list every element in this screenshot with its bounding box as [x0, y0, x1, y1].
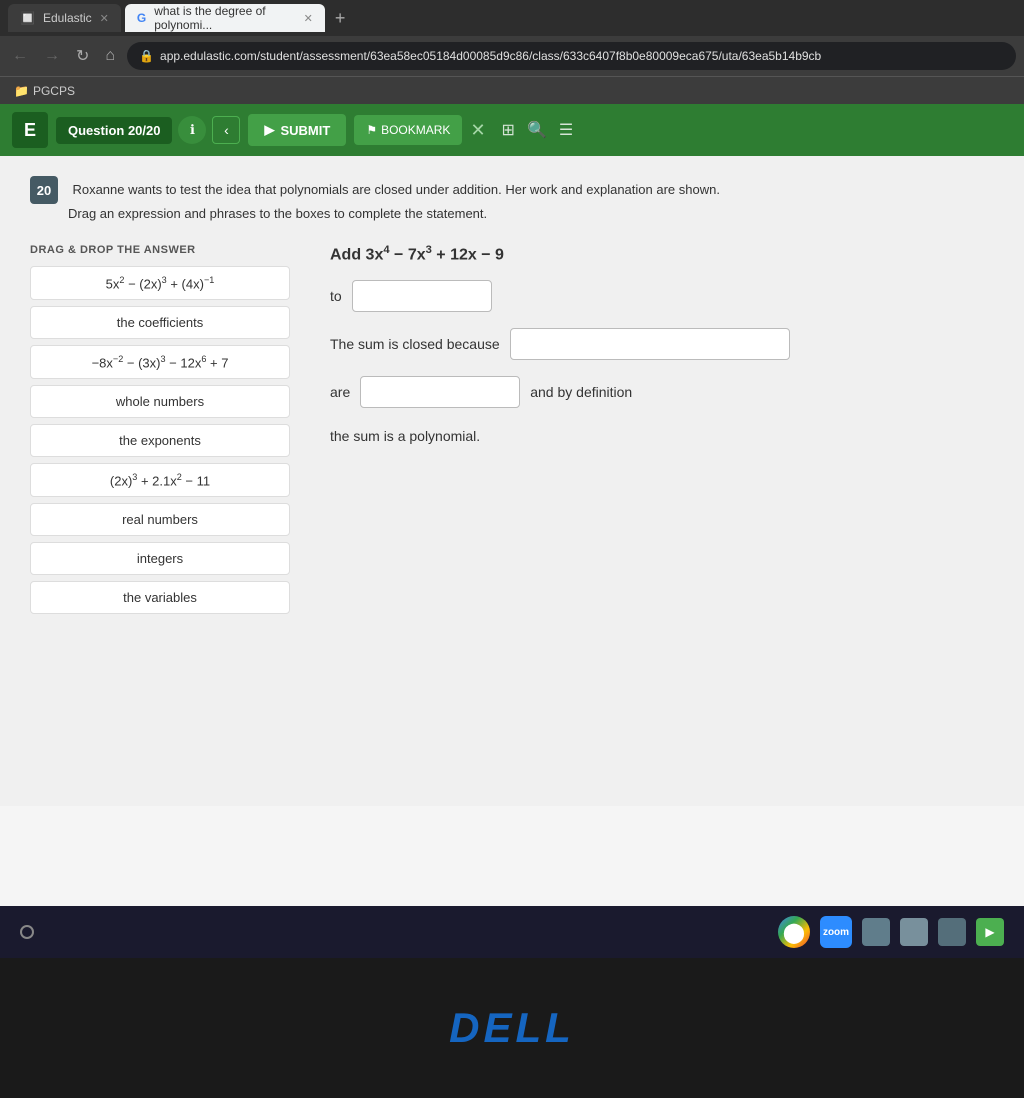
- tab-google[interactable]: G what is the degree of polynomi... ✕: [125, 4, 325, 32]
- tab-label-active: what is the degree of polynomi...: [154, 4, 295, 32]
- settings-taskbar-icon[interactable]: [900, 918, 928, 946]
- folder-taskbar-icon[interactable]: [938, 918, 966, 946]
- tab-favicon: 🔲: [20, 11, 35, 25]
- home-button[interactable]: ⌂: [101, 43, 119, 69]
- menu-icon-button[interactable]: ☰: [555, 116, 577, 144]
- drag-item-4[interactable]: the exponents: [30, 424, 290, 457]
- problem-panel: Add 3x4 − 7x3 + 12x − 9 to The sum is cl…: [330, 244, 994, 621]
- question-text: Roxanne wants to test the idea that poly…: [72, 182, 720, 197]
- forward-button[interactable]: →: [40, 43, 64, 69]
- to-row: to: [330, 280, 994, 312]
- files-taskbar-icon[interactable]: [862, 918, 890, 946]
- dell-logo: DELL: [449, 1004, 575, 1052]
- bookmarks-bar: 📁 PGCPS: [0, 76, 1024, 104]
- prev-question-button[interactable]: ‹: [212, 116, 240, 144]
- tab-bar: 🔲 Edulastic ✕ G what is the degree of po…: [0, 0, 1024, 36]
- tab-close-button[interactable]: ✕: [100, 12, 109, 25]
- lock-icon: 🔒: [139, 49, 154, 63]
- drag-item-5[interactable]: (2x)3 + 2.1x2 − 11: [30, 463, 290, 497]
- dell-area: DELL: [0, 958, 1024, 1098]
- drop-zone-to[interactable]: [352, 280, 492, 312]
- submit-arrow-icon: ▶: [264, 122, 274, 138]
- reload-button[interactable]: ↻: [72, 42, 93, 70]
- question-number-badge: 20: [30, 176, 58, 204]
- main-content: 20 Roxanne wants to test the idea that p…: [0, 156, 1024, 806]
- tab-edulastic[interactable]: 🔲 Edulastic ✕: [8, 4, 121, 32]
- bookmark-flag-icon: ⚑: [366, 123, 377, 137]
- taskbar-left: [20, 925, 34, 939]
- play-taskbar-icon[interactable]: ▶: [976, 918, 1004, 946]
- are-label: are: [330, 384, 350, 400]
- info-button[interactable]: ℹ: [178, 116, 206, 144]
- question-info: Question 20/20 ℹ ‹: [56, 116, 240, 144]
- toolbar-right-icons: ⊞ 🔍 ☰: [498, 116, 578, 144]
- bookmark-label: BOOKMARK: [381, 123, 450, 137]
- bookmark-label: PGCPS: [33, 84, 75, 98]
- address-bar: ← → ↻ ⌂ 🔒 app.edulastic.com/student/asse…: [0, 36, 1024, 76]
- tab-close-active[interactable]: ✕: [304, 12, 313, 25]
- bookmark-button[interactable]: ⚑ BOOKMARK: [354, 115, 462, 145]
- url-bar[interactable]: 🔒 app.edulastic.com/student/assessment/6…: [127, 42, 1016, 70]
- question-block: 20 Roxanne wants to test the idea that p…: [20, 176, 1004, 224]
- submit-label: SUBMIT: [280, 123, 330, 138]
- sum-poly-row: the sum is a polynomial.: [330, 428, 994, 444]
- sum-closed-row: The sum is closed because: [330, 328, 994, 360]
- drag-item-6[interactable]: real numbers: [30, 503, 290, 536]
- new-tab-button[interactable]: +: [329, 8, 352, 29]
- question-counter: Question 20/20: [56, 117, 172, 144]
- browser-chrome: 🔲 Edulastic ✕ G what is the degree of po…: [0, 0, 1024, 104]
- drag-label: DRAG & DROP THE ANSWER: [30, 244, 290, 256]
- submit-button[interactable]: ▶ SUBMIT: [248, 114, 346, 146]
- drop-zone-are[interactable]: [360, 376, 520, 408]
- drag-item-8[interactable]: the variables: [30, 581, 290, 614]
- taskbar: ⬤ zoom ▶: [0, 906, 1024, 958]
- grid-icon-button[interactable]: ⊞: [498, 116, 519, 144]
- url-text: app.edulastic.com/student/assessment/63e…: [160, 49, 821, 63]
- app-toolbar: E Question 20/20 ℹ ‹ ▶ SUBMIT ⚑ BOOKMARK…: [0, 104, 1024, 156]
- taskbar-circle: [20, 925, 34, 939]
- question-subtext: Drag an expression and phrases to the bo…: [68, 206, 487, 221]
- app-content: 20 Roxanne wants to test the idea that p…: [0, 156, 1024, 906]
- drag-drop-container: DRAG & DROP THE ANSWER 5x2 − (2x)3 + (4x…: [20, 244, 1004, 621]
- drag-item-7[interactable]: integers: [30, 542, 290, 575]
- search-icon-button[interactable]: 🔍: [523, 116, 551, 144]
- bookmark-icon: 📁: [14, 84, 29, 98]
- are-row: are and by definition: [330, 376, 994, 408]
- zoom-taskbar-icon[interactable]: zoom: [820, 916, 852, 948]
- chrome-taskbar-icon[interactable]: ⬤: [778, 916, 810, 948]
- sum-poly-label: the sum is a polynomial.: [330, 428, 480, 444]
- drag-item-1[interactable]: the coefficients: [30, 306, 290, 339]
- app-logo: E: [12, 112, 48, 148]
- drag-item-2[interactable]: −8x−2 − (3x)3 − 12x6 + 7: [30, 345, 290, 379]
- and-by-def-label: and by definition: [530, 384, 632, 400]
- bookmark-pgcps[interactable]: 📁 PGCPS: [8, 82, 81, 100]
- sum-closed-label: The sum is closed because: [330, 336, 500, 352]
- back-button[interactable]: ←: [8, 43, 32, 69]
- drag-items-panel: DRAG & DROP THE ANSWER 5x2 − (2x)3 + (4x…: [30, 244, 290, 621]
- drag-item-3[interactable]: whole numbers: [30, 385, 290, 418]
- drop-zone-sum-closed[interactable]: [510, 328, 790, 360]
- tab-favicon-active: G: [137, 11, 146, 25]
- taskbar-right: ⬤ zoom ▶: [778, 916, 1004, 948]
- tab-label: Edulastic: [43, 11, 92, 25]
- close-button[interactable]: ✕: [470, 120, 485, 141]
- to-label: to: [330, 288, 342, 304]
- drag-item-0[interactable]: 5x2 − (2x)3 + (4x)−1: [30, 266, 290, 300]
- add-expression: Add 3x4 − 7x3 + 12x − 9: [330, 244, 994, 264]
